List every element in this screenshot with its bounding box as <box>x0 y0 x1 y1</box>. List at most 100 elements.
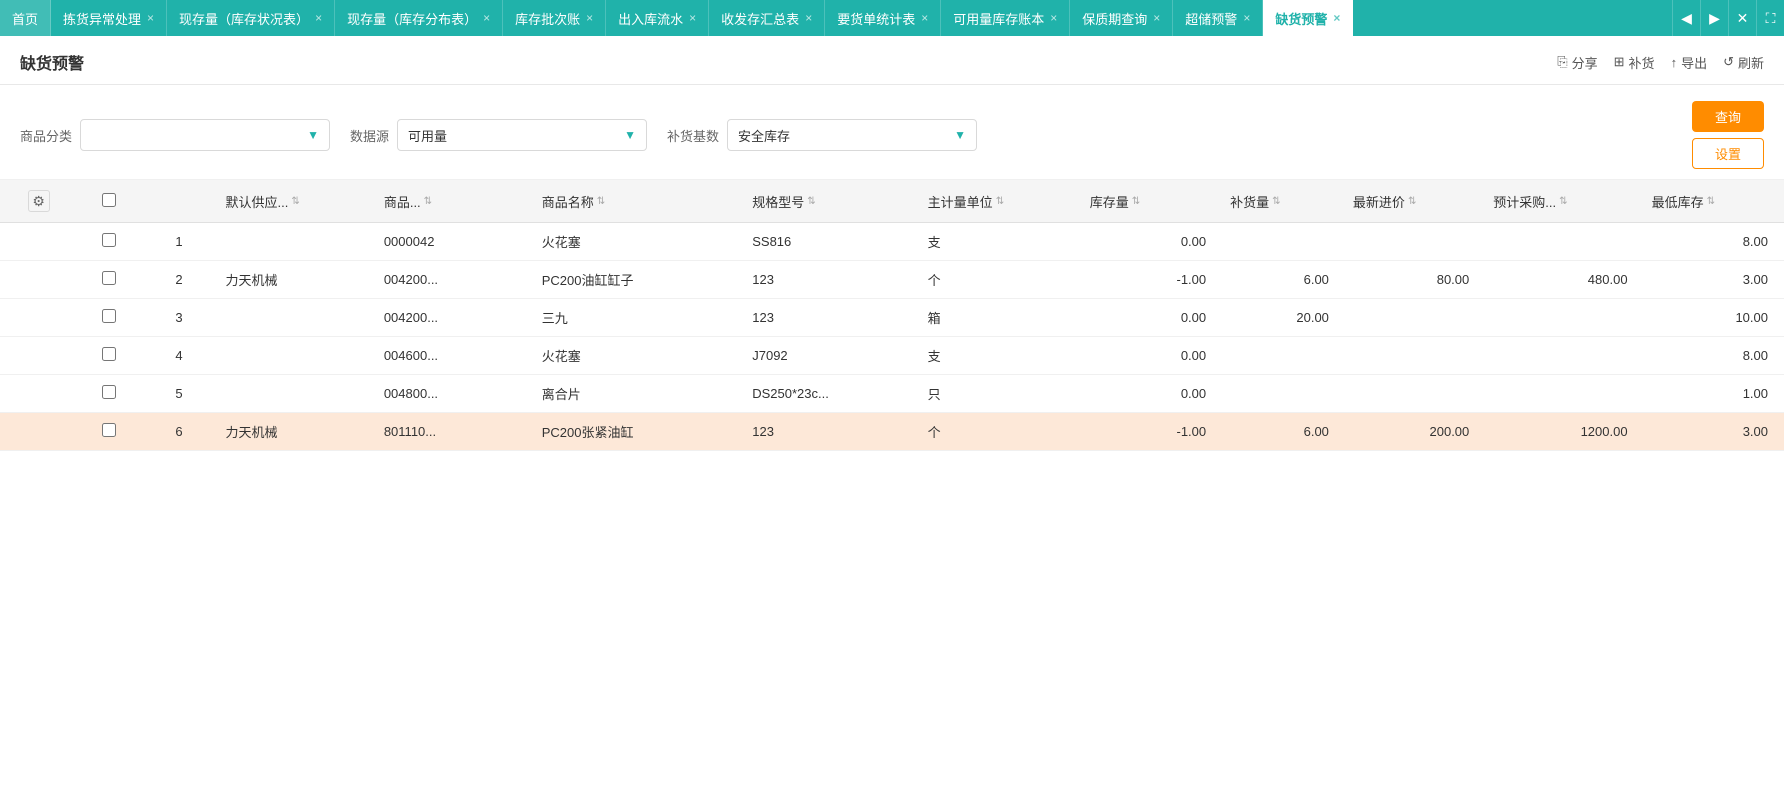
datasource-select[interactable]: 可用量 ▼ <box>397 119 647 151</box>
row-checkbox-cell <box>77 375 140 413</box>
row-checkbox[interactable] <box>102 309 116 323</box>
close-tab-batch-account[interactable]: × <box>586 11 593 25</box>
close-tab-abnormal[interactable]: × <box>147 11 154 25</box>
row-min-stock: 10.00 <box>1644 299 1784 337</box>
row-name: PC200油缸缸子 <box>534 261 745 299</box>
row-supplier: 力天机械 <box>218 261 376 299</box>
replenish-button[interactable]: ⊞ 补货 <box>1614 53 1655 72</box>
tab-demand-stat[interactable]: 要货单统计表 × <box>825 0 941 36</box>
row-unit: 箱 <box>920 299 1082 337</box>
tab-expiry-query[interactable]: 保质期查询 × <box>1070 0 1173 36</box>
sort-code[interactable]: 商品... ⇅ <box>384 192 432 211</box>
close-tab-shortage[interactable]: × <box>1333 11 1340 25</box>
row-supplier: 力天机械 <box>218 413 376 451</box>
row-min-stock: 8.00 <box>1644 337 1784 375</box>
row-spec: 123 <box>744 299 919 337</box>
datasource-filter-group: 数据源 可用量 ▼ <box>350 119 647 151</box>
row-code: 004200... <box>376 299 534 337</box>
tab-scroll-right[interactable]: ▶ <box>1700 0 1728 36</box>
data-table: ⚙ 默认供应... ⇅ 商品... <box>0 180 1784 451</box>
settings-button[interactable]: 设置 <box>1692 138 1764 169</box>
row-checkbox[interactable] <box>102 271 116 285</box>
row-settings-cell <box>0 299 77 337</box>
row-no: 5 <box>140 375 217 413</box>
row-settings-cell <box>0 223 77 261</box>
row-latest-price <box>1345 223 1485 261</box>
export-icon: ↑ <box>1671 55 1678 70</box>
th-est-purchase: 预计采购... ⇅ <box>1485 180 1643 223</box>
sort-stock-icon: ⇅ <box>1132 196 1140 207</box>
sort-replenish-qty[interactable]: 补货量 ⇅ <box>1230 192 1280 211</box>
category-select[interactable]: ▼ <box>80 119 330 151</box>
tab-close-all[interactable]: ✕ <box>1728 0 1756 36</box>
tab-inout-flow[interactable]: 出入库流水 × <box>606 0 709 36</box>
tab-maximize[interactable]: ⛶ <box>1756 0 1784 36</box>
sort-est-purchase[interactable]: 预计采购... ⇅ <box>1493 192 1567 211</box>
row-replenish-qty: 6.00 <box>1222 261 1345 299</box>
tab-overstock[interactable]: 超储预警 × <box>1173 0 1263 36</box>
sort-stock[interactable]: 库存量 ⇅ <box>1090 192 1140 211</box>
table-row: 3 004200... 三九 123 箱 0.00 20.00 10.00 <box>0 299 1784 337</box>
close-tab-stock-status[interactable]: × <box>315 11 322 25</box>
row-checkbox[interactable] <box>102 347 116 361</box>
tab-shortage[interactable]: 缺货预警 × <box>1263 0 1353 36</box>
sort-code-icon: ⇅ <box>424 196 432 207</box>
close-tab-stock-dist[interactable]: × <box>483 11 490 25</box>
tab-batch-account[interactable]: 库存批次账 × <box>503 0 606 36</box>
row-checkbox[interactable] <box>102 423 116 437</box>
share-button[interactable]: ⎘ 分享 <box>1557 53 1597 72</box>
table-row: 1 0000042 火花塞 SS816 支 0.00 8.00 <box>0 223 1784 261</box>
tab-receipt-summary[interactable]: 收发存汇总表 × <box>709 0 825 36</box>
close-tab-receipt-summary[interactable]: × <box>805 11 812 25</box>
close-tab-overstock[interactable]: × <box>1243 11 1250 25</box>
row-unit: 支 <box>920 337 1082 375</box>
th-supplier: 默认供应... ⇅ <box>218 180 376 223</box>
row-code: 801110... <box>376 413 534 451</box>
replenish-base-select[interactable]: 安全库存 ▼ <box>727 119 977 151</box>
row-replenish-qty <box>1222 375 1345 413</box>
table-row: 6 力天机械 801110... PC200张紧油缸 123 个 -1.00 6… <box>0 413 1784 451</box>
row-checkbox[interactable] <box>102 233 116 247</box>
close-tab-expiry-query[interactable]: × <box>1153 11 1160 25</box>
refresh-button[interactable]: ↺ 刷新 <box>1723 53 1764 72</box>
header-actions: ⎘ 分享 ⊞ 补货 ↑ 导出 ↺ 刷新 <box>1557 53 1764 72</box>
row-no: 1 <box>140 223 217 261</box>
row-replenish-qty: 20.00 <box>1222 299 1345 337</box>
query-button[interactable]: 查询 <box>1692 101 1764 132</box>
row-code: 004800... <box>376 375 534 413</box>
tab-available-ledger[interactable]: 可用量库存账本 × <box>941 0 1070 36</box>
datasource-select-value: 可用量 <box>408 126 447 145</box>
sort-unit[interactable]: 主计量单位 ⇅ <box>928 192 1004 211</box>
th-replenish-qty: 补货量 ⇅ <box>1222 180 1345 223</box>
row-est-purchase <box>1485 299 1643 337</box>
row-supplier <box>218 337 376 375</box>
tab-stock-dist[interactable]: 现存量（库存分布表） × <box>335 0 503 36</box>
row-supplier <box>218 299 376 337</box>
th-unit: 主计量单位 ⇅ <box>920 180 1082 223</box>
sort-latest-price[interactable]: 最新进价 ⇅ <box>1353 192 1416 211</box>
settings-gear-icon[interactable]: ⚙ <box>28 190 50 212</box>
select-all-checkbox[interactable] <box>102 193 116 207</box>
row-checkbox[interactable] <box>102 385 116 399</box>
row-supplier <box>218 375 376 413</box>
row-unit: 个 <box>920 413 1082 451</box>
close-tab-inout-flow[interactable]: × <box>689 11 696 25</box>
close-tab-demand-stat[interactable]: × <box>921 11 928 25</box>
tab-home[interactable]: 首页 <box>0 0 51 36</box>
export-button[interactable]: ↑ 导出 <box>1671 53 1708 72</box>
sort-min-stock[interactable]: 最低库存 ⇅ <box>1652 192 1715 211</box>
sort-replenish-qty-icon: ⇅ <box>1272 196 1280 207</box>
row-est-purchase: 1200.00 <box>1485 413 1643 451</box>
tab-scroll-left[interactable]: ◀ <box>1672 0 1700 36</box>
row-stock: -1.00 <box>1082 261 1222 299</box>
th-stock: 库存量 ⇅ <box>1082 180 1222 223</box>
sort-name[interactable]: 商品名称 ⇅ <box>542 192 605 211</box>
row-est-purchase <box>1485 223 1643 261</box>
tab-abnormal[interactable]: 拣货异常处理 × <box>51 0 167 36</box>
datasource-label: 数据源 <box>350 126 389 145</box>
tab-stock-status[interactable]: 现存量（库存状况表） × <box>167 0 335 36</box>
sort-supplier[interactable]: 默认供应... ⇅ <box>226 192 300 211</box>
sort-spec[interactable]: 规格型号 ⇅ <box>752 192 815 211</box>
sort-unit-icon: ⇅ <box>996 196 1004 207</box>
close-tab-available-ledger[interactable]: × <box>1050 11 1057 25</box>
